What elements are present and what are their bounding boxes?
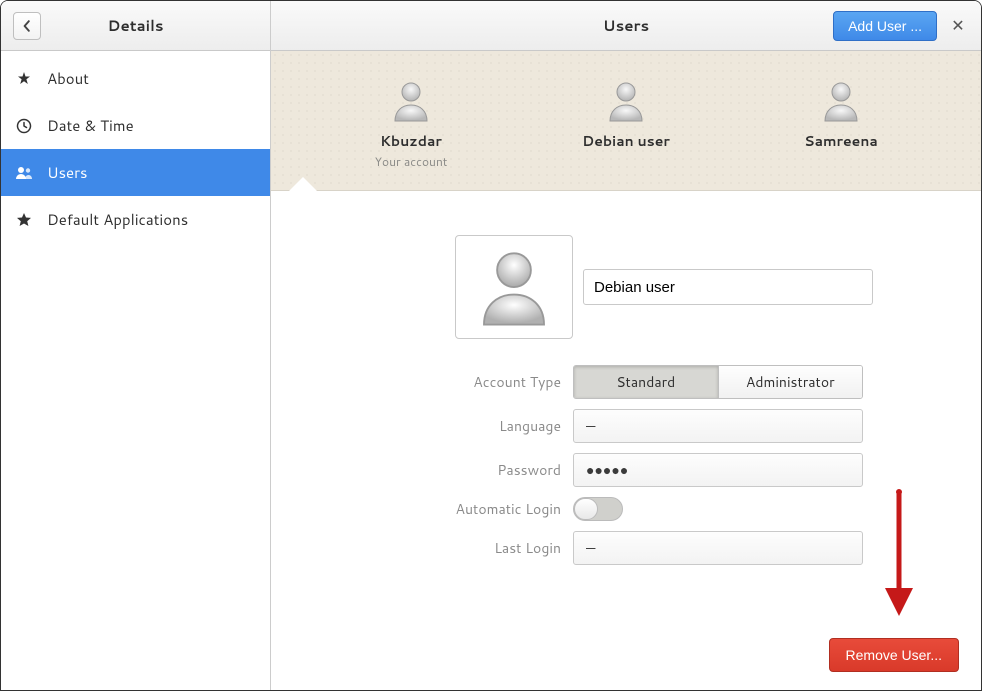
last-login-field[interactable]: — xyxy=(573,531,863,565)
avatar-large-icon xyxy=(469,242,559,332)
account-type-label: Account Type xyxy=(311,372,573,392)
user-sublabel: Your account xyxy=(375,153,448,170)
users-icon xyxy=(15,164,33,182)
user-name: Samreena xyxy=(804,131,878,151)
clock-icon xyxy=(15,117,33,135)
automatic-login-switch[interactable] xyxy=(573,497,623,521)
password-field[interactable]: ●●●●● xyxy=(573,453,863,487)
add-user-button[interactable]: Add User ... xyxy=(833,11,937,41)
password-label: Password xyxy=(311,460,573,480)
language-label: Language xyxy=(311,416,573,436)
user-name: Debian user xyxy=(582,131,670,151)
user-strip: Kbuzdar Your account Debian user Samreen… xyxy=(271,51,981,191)
account-type-administrator[interactable]: Administrator xyxy=(718,366,863,398)
avatar-picker[interactable] xyxy=(455,235,573,339)
user-card-samreena[interactable]: Samreena xyxy=(781,77,901,170)
account-type-toggle: Standard Administrator xyxy=(573,365,863,399)
full-name-input[interactable] xyxy=(583,269,873,305)
language-field[interactable]: — xyxy=(573,409,863,443)
password-value: ●●●●● xyxy=(586,460,628,480)
sidebar-item-default-apps[interactable]: Default Applications xyxy=(1,196,270,243)
sidebar-item-users[interactable]: Users xyxy=(1,149,270,196)
avatar-icon xyxy=(602,77,650,125)
close-icon: ✕ xyxy=(951,14,964,37)
last-login-value: — xyxy=(586,538,595,558)
sidebar-item-label: About xyxy=(47,68,89,89)
user-card-debian-user[interactable]: Debian user xyxy=(566,77,686,170)
avatar-icon xyxy=(387,77,435,125)
star-icon xyxy=(15,70,33,88)
sidebar-item-label: Date & Time xyxy=(47,115,134,136)
remove-user-button[interactable]: Remove User... xyxy=(829,638,959,672)
sidebar-item-about[interactable]: About xyxy=(1,55,270,102)
sidebar-title: Details xyxy=(1,15,270,36)
chevron-left-icon xyxy=(21,20,33,32)
back-button[interactable] xyxy=(13,12,41,40)
language-value: — xyxy=(586,416,595,436)
star-filled-icon xyxy=(15,211,33,229)
user-name: Kbuzdar xyxy=(380,131,442,151)
user-card-kbuzdar[interactable]: Kbuzdar Your account xyxy=(351,77,471,170)
switch-knob xyxy=(574,498,598,520)
account-type-standard[interactable]: Standard xyxy=(574,366,718,398)
sidebar-item-label: Default Applications xyxy=(47,209,188,230)
sidebar-item-label: Users xyxy=(47,162,87,183)
selected-pointer xyxy=(289,177,317,191)
close-button[interactable]: ✕ xyxy=(947,15,969,37)
avatar-icon xyxy=(817,77,865,125)
automatic-login-label: Automatic Login xyxy=(311,499,573,519)
last-login-label: Last Login xyxy=(311,538,573,558)
sidebar-item-datetime[interactable]: Date & Time xyxy=(1,102,270,149)
